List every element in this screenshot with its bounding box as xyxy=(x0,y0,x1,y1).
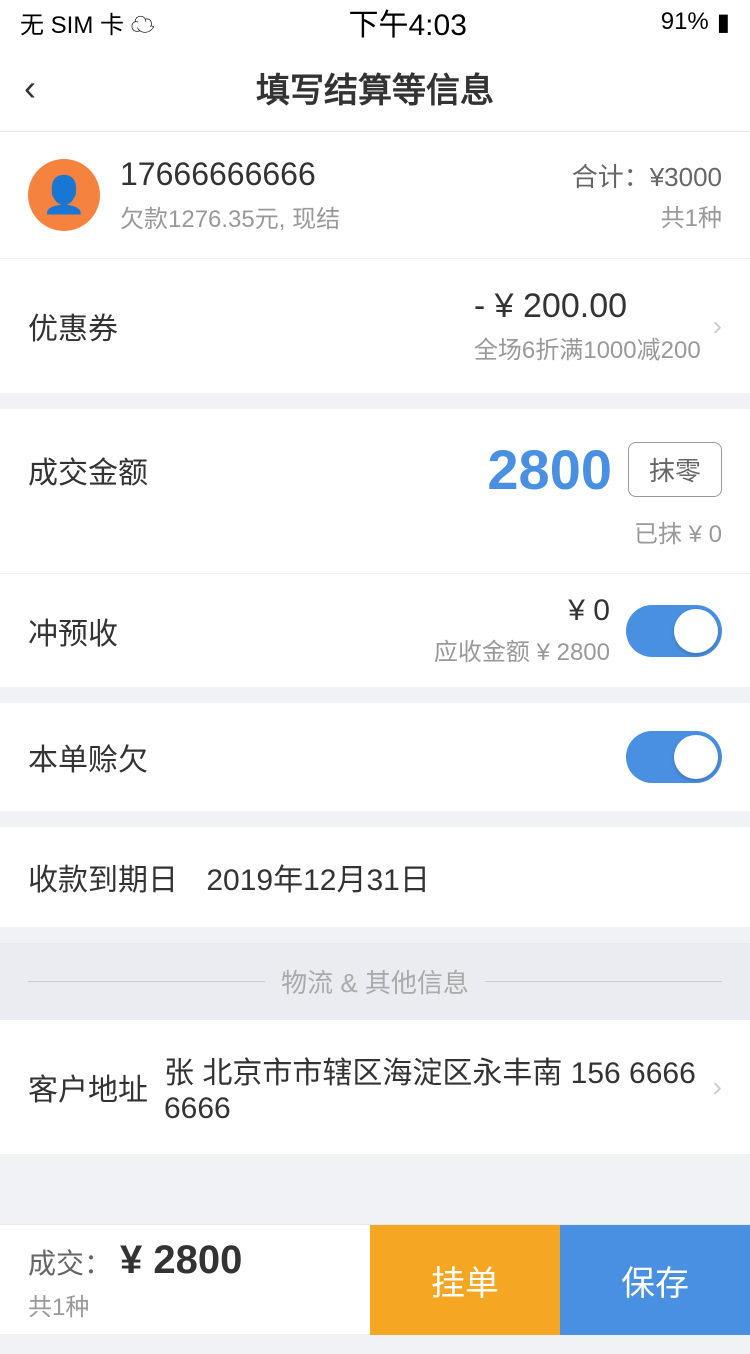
deal-section: 成交金额 2800 抹零 已抹 ¥ 0 冲预收 ¥ 0 应收金额 ¥ 2800 xyxy=(0,409,750,687)
bottom-actions: 挂单 保存 xyxy=(370,1225,750,1334)
customer-info: 17666666666 欠款1276.35元, 现结 xyxy=(120,156,340,234)
battery-level: 91% xyxy=(661,8,709,36)
bottom-info: 成交： ¥ 2800 共1种 xyxy=(0,1238,370,1322)
avatar: 👤 xyxy=(28,159,100,231)
section-divider: 物流 & 其他信息 xyxy=(0,943,750,1020)
debt-toggle[interactable] xyxy=(626,731,722,783)
customer-row: 👤 17666666666 欠款1276.35元, 现结 合计：¥3000 共1… xyxy=(0,132,750,259)
deal-label: 成交金额 xyxy=(28,448,148,492)
customer-card: 👤 17666666666 欠款1276.35元, 现结 合计：¥3000 共1… xyxy=(0,132,750,393)
due-date: 2019年12月31日 xyxy=(206,864,429,897)
prepay-amount: ¥ 0 xyxy=(434,594,610,628)
bottom-deal-text: 成交： ¥ 2800 xyxy=(28,1238,342,1283)
due-date-row: 收款到期日 2019年12月31日 xyxy=(0,827,750,927)
divider-line-right xyxy=(485,981,722,982)
coupon-desc: 全场6折满1000减200 xyxy=(474,330,701,365)
status-left: 无 SIM 卡 ☁ xyxy=(20,5,155,40)
coupon-label: 优惠券 xyxy=(28,304,118,348)
customer-debt: 欠款1276.35元, 现结 xyxy=(120,199,340,234)
address-row[interactable]: 客户地址 张 北京市市辖区海淀区永丰南 156 6666 6666 › xyxy=(0,1020,750,1154)
total-count: 共1种 xyxy=(572,198,722,233)
due-label: 收款到期日 xyxy=(28,864,178,897)
back-button[interactable]: ‹ xyxy=(24,67,36,109)
prepay-label: 冲预收 xyxy=(28,609,118,653)
bottom-count: 共1种 xyxy=(28,1287,342,1322)
deal-right: 2800 抹零 xyxy=(487,437,722,502)
round-button[interactable]: 抹零 xyxy=(628,442,722,497)
prepay-row: 冲预收 ¥ 0 应收金额 ¥ 2800 xyxy=(0,573,750,687)
bottom-deal-label: 成交： xyxy=(28,1248,112,1279)
divider-text: 物流 & 其他信息 xyxy=(281,963,469,1000)
bottom-bar: 成交： ¥ 2800 共1种 挂单 保存 xyxy=(0,1224,750,1334)
toggle-knob xyxy=(674,609,718,653)
battery-icon: ▮ xyxy=(717,8,730,37)
hang-button[interactable]: 挂单 xyxy=(370,1225,560,1335)
sim-status: 无 SIM 卡 ☁ xyxy=(20,5,155,40)
deal-amount: 2800 xyxy=(487,437,612,502)
coupon-row[interactable]: 优惠券 - ¥ 200.00 全场6折满1000减200 › xyxy=(0,259,750,393)
address-content: 张 北京市市辖区海淀区永丰南 156 6666 6666 xyxy=(164,1048,697,1126)
status-right: 91% ▮ xyxy=(661,8,730,37)
status-time: 下午4:03 xyxy=(349,0,467,44)
bottom-deal-amount: ¥ 2800 xyxy=(120,1238,242,1282)
debt-section: 本单赊欠 xyxy=(0,703,750,811)
total-label: 合计：¥3000 xyxy=(572,157,722,194)
coupon-right: - ¥ 200.00 全场6折满1000减200 › xyxy=(474,287,722,365)
save-button[interactable]: 保存 xyxy=(560,1225,750,1335)
prepay-values: ¥ 0 应收金额 ¥ 2800 xyxy=(434,594,610,667)
status-bar: 无 SIM 卡 ☁ 下午4:03 91% ▮ xyxy=(0,0,750,44)
page-title: 填写结算等信息 xyxy=(256,63,494,112)
debt-label: 本单赊欠 xyxy=(28,735,148,779)
address-chevron-icon: › xyxy=(713,1071,722,1103)
prepay-toggle[interactable] xyxy=(626,605,722,657)
content: 👤 17666666666 欠款1276.35元, 现结 合计：¥3000 共1… xyxy=(0,132,750,1354)
nav-bar: ‹ 填写结算等信息 xyxy=(0,44,750,132)
deal-row: 成交金额 2800 抹零 xyxy=(0,409,750,514)
divider-line-left xyxy=(28,981,265,982)
coupon-chevron-icon: › xyxy=(713,310,722,342)
deal-sub: 已抹 ¥ 0 xyxy=(0,514,750,573)
prepay-receivable: 应收金额 ¥ 2800 xyxy=(434,632,610,667)
prepay-right: ¥ 0 应收金额 ¥ 2800 xyxy=(434,594,722,667)
avatar-icon: 👤 xyxy=(42,174,87,216)
customer-left: 👤 17666666666 欠款1276.35元, 现结 xyxy=(28,156,340,234)
customer-phone: 17666666666 xyxy=(120,156,340,193)
coupon-discount: - ¥ 200.00 xyxy=(474,287,701,326)
customer-total: 合计：¥3000 共1种 xyxy=(572,157,722,233)
address-label: 客户地址 xyxy=(28,1065,148,1109)
debt-toggle-knob xyxy=(674,735,718,779)
